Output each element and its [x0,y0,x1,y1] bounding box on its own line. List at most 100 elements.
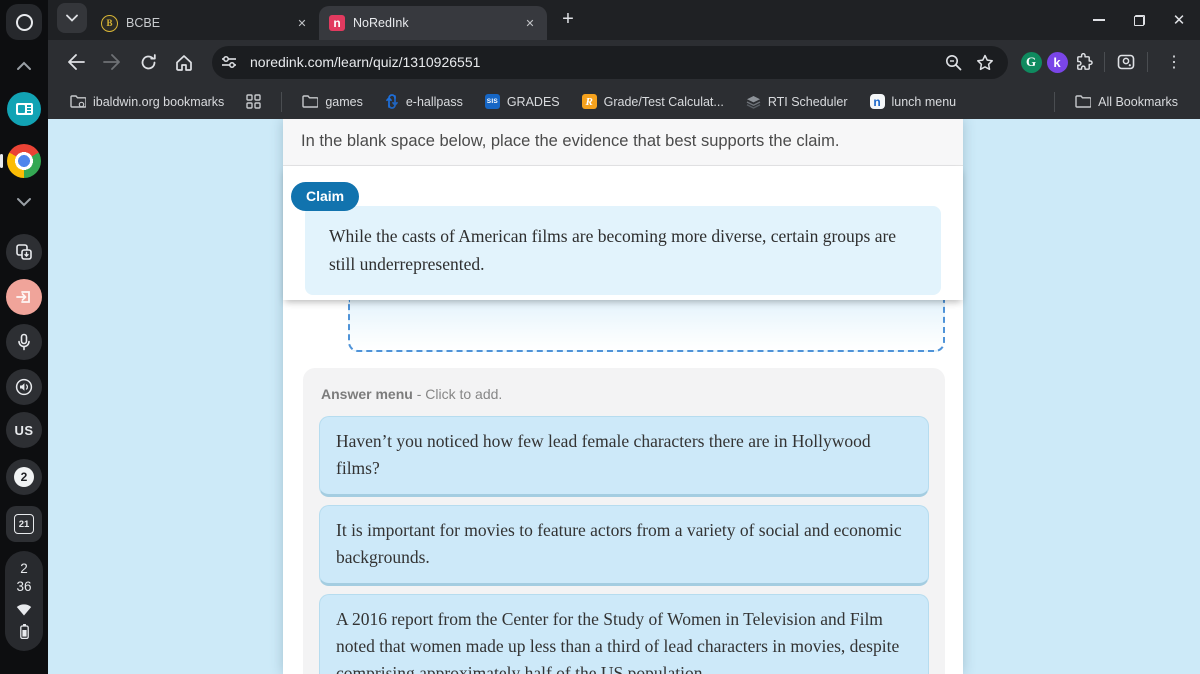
calendar-button[interactable]: 21 [6,506,42,542]
zoom-icon[interactable] [945,54,962,71]
answer-option[interactable]: It is important for movies to feature ac… [319,505,929,586]
extensions-button[interactable] [1072,51,1094,73]
apps-grid-icon [246,94,262,109]
screen-capture-button[interactable] [1115,51,1137,73]
noredink-favicon: n [329,15,345,31]
battery-icon [19,624,29,639]
apps-grid-button[interactable] [238,90,269,113]
answer-drop-zone[interactable] [348,300,945,352]
bookmarks-divider [1054,91,1056,112]
bookmark-label: e-hallpass [405,94,463,109]
browser-toolbar: noredink.com/learn/quiz/1310926551 G k ⋮ [48,40,1200,84]
tab-search-button[interactable] [57,2,87,33]
bookmark-managed-folder[interactable]: ibaldwin.org bookmarks [62,91,232,113]
shelf-app-teal[interactable] [7,92,41,126]
calendar-day: 21 [14,514,34,534]
window-controls: ✕ [1090,0,1200,40]
chrome-icon [7,144,41,178]
tune-icon [222,56,236,68]
bookmark-label: RTI Scheduler [767,94,848,109]
rapidtables-icon: R [581,94,597,109]
tab-noredink[interactable]: n NoRedInk ✕ [319,6,547,40]
status-tray[interactable]: 2 36 [5,551,43,651]
notification-count: 2 [14,467,34,487]
answer-option[interactable]: Haven’t you noticed how few lead female … [319,416,929,497]
grammarly-extension-button[interactable]: G [1020,51,1042,73]
answer-option[interactable]: A 2016 report from the Center for the St… [319,594,929,674]
restore-icon [1133,14,1145,26]
address-bar[interactable]: noredink.com/learn/quiz/1310926551 [212,45,1008,79]
bookmark-grade-calculator[interactable]: R Grade/Test Calculat... [574,90,732,113]
answer-menu-title: Answer menu [321,386,413,402]
ehallpass-icon [385,94,398,109]
puzzle-icon [1076,52,1093,70]
bookmark-grades[interactable]: SIS GRADES [477,90,568,113]
forward-button[interactable] [96,46,128,78]
tab-close-button[interactable]: ✕ [521,14,539,32]
minimize-button[interactable] [1090,11,1108,29]
nutrislice-icon: n [869,94,885,109]
install-app-button[interactable] [6,234,42,270]
all-bookmarks-button[interactable]: All Bookmarks [1067,91,1186,113]
restore-button[interactable] [1130,11,1148,29]
wifi-icon [16,604,32,616]
launcher-button[interactable] [6,4,42,40]
teal-app-icon [15,103,33,115]
launcher-icon [15,13,33,31]
minimize-icon [1093,19,1105,21]
all-bookmarks-label: All Bookmarks [1098,94,1178,109]
bookmark-lunch-menu[interactable]: n lunch menu [862,90,965,113]
tab-title: BCBE [126,16,161,30]
toolbar-divider [1104,52,1105,72]
bookmark-label: GRADES [506,94,560,109]
home-icon [176,54,192,71]
back-button[interactable] [60,46,92,78]
clock-hour: 2 [20,561,28,576]
answer-menu-hint: - Click to add. [412,386,503,402]
quiz-content: In the blank space below, place the evid… [283,119,963,674]
answer-menu-label: Answer menu - Click to add. [321,386,929,402]
speaker-icon [15,378,33,396]
home-button[interactable] [168,46,200,78]
claim-card: Claim While the casts of American films … [283,166,963,300]
active-app-indicator [0,154,3,168]
select-to-speak-button[interactable] [6,369,42,405]
new-tab-button[interactable]: + [555,6,581,32]
browser-window: B BCBE ✕ n NoRedInk ✕ + ✕ noredink.com/l… [48,0,1200,674]
shelf-scroll-up-icon[interactable] [16,58,32,76]
exit-session-button[interactable] [6,279,42,315]
exit-to-app-icon [16,291,30,303]
claim-text: While the casts of American films are be… [305,206,941,295]
bcbe-favicon: B [101,14,118,32]
answer-menu-panel: Answer menu - Click to add. Haven’t you … [303,368,945,674]
bookmark-label: ibaldwin.org bookmarks [93,94,225,109]
toolbar-divider [1147,52,1148,72]
site-settings-button[interactable] [216,49,242,75]
dictation-button[interactable] [6,324,42,360]
tab-bcbe[interactable]: B BCBE ✕ [91,6,319,40]
tab-close-button[interactable]: ✕ [293,14,311,32]
reload-icon [141,53,156,69]
bookmark-games[interactable]: games [294,91,371,113]
bookmark-label: lunch menu [891,94,957,109]
bookmarks-right: All Bookmarks [1048,91,1186,113]
kami-extension-button[interactable]: k [1046,51,1068,73]
back-icon [68,54,85,70]
window-close-button[interactable]: ✕ [1170,11,1188,29]
managed-folder-icon [70,95,86,108]
claim-badge: Claim [291,182,360,211]
screen: US 2 21 2 36 B BCBE ✕ n NoRedInk ✕ + ✕ n… [0,0,1200,674]
bookmark-rti-scheduler[interactable]: RTI Scheduler [738,91,856,113]
rti-layers-icon [746,95,761,109]
bookmark-label: games [325,94,363,109]
bookmark-star-icon[interactable] [976,54,994,71]
reload-button[interactable] [132,46,164,78]
browser-menu-button[interactable]: ⋮ [1158,46,1190,78]
shelf-app-chrome[interactable] [0,144,41,178]
forward-icon [103,54,120,70]
url-text[interactable]: noredink.com/learn/quiz/1310926551 [250,54,937,70]
keyboard-layout-button[interactable]: US [6,412,42,448]
notification-counter-button[interactable]: 2 [6,459,42,495]
shelf-scroll-down-icon[interactable] [16,194,32,212]
bookmark-ehallpass[interactable]: e-hallpass [377,90,471,113]
